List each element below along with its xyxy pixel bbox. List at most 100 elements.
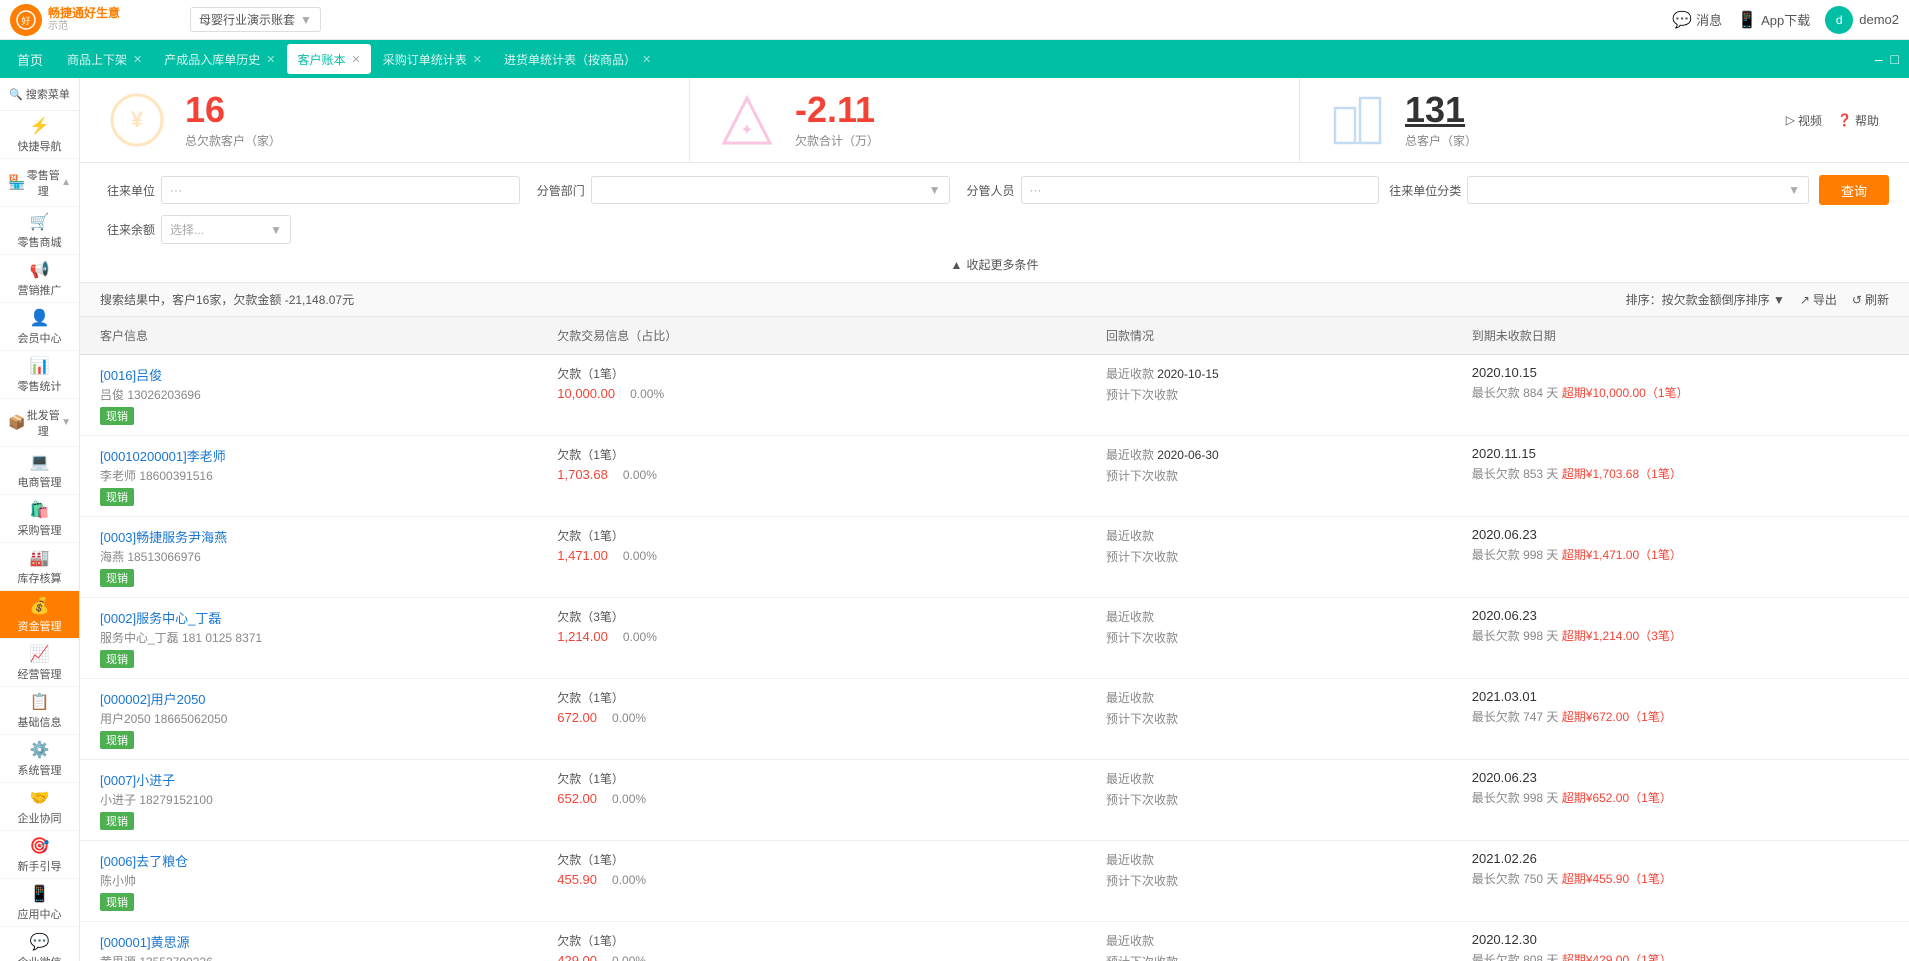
customer-name-link[interactable]: [000002]用户2050 [100,692,206,707]
overdue-amount[interactable]: 超期¥429.00（1笔） [1562,953,1672,961]
sidebar-item-enterprise-coop[interactable]: 🤝 企业协同 [0,783,79,831]
customer-name-link[interactable]: [0006]去了粮仓 [100,854,188,869]
stat-overdue-customers: ¥ 16 总欠款客户（家） [80,78,690,162]
stat-value-total-customers[interactable]: 131 [1405,92,1477,128]
sidebar-item-batch-mgmt[interactable]: 📦 批发管理 ▼ [0,399,79,447]
stat-label-total-customers: 总客户（家） [1405,132,1477,149]
maximize-btn[interactable]: □ [1891,51,1899,67]
customer-name-link[interactable]: [000001]黄思源 [100,935,190,950]
overdue-amount[interactable]: 超期¥1,471.00（1笔） [1562,548,1682,562]
customer-sub: 李老师 18600391516 [100,467,517,484]
debt-amount[interactable]: 672.00 [557,710,597,725]
customer-sub: 黄思源 13552700226 [100,953,517,961]
sidebar-item-new-guide[interactable]: 🎯 新手引导 [0,831,79,879]
refresh-btn[interactable]: ↺刷新 [1852,291,1889,308]
unit-category-select[interactable]: ▼ [1467,176,1809,204]
message-btn[interactable]: 💬 消息 [1672,10,1722,30]
debt-count: 欠款（3笔） [557,608,1066,625]
debt-amount[interactable]: 1,471.00 [557,548,608,563]
export-btn[interactable]: ↗导出 [1800,291,1837,308]
tab-home[interactable]: 首页 [5,44,55,74]
close-tab-customer-account[interactable]: ✕ [352,53,361,66]
sidebar-item-retail-store[interactable]: 🛒 零售商城 [0,207,79,255]
overdue-amount[interactable]: 超期¥10,000.00（1笔） [1562,386,1689,400]
debt-amount[interactable]: 1,214.00 [557,629,608,644]
search-menu-item[interactable]: 🔍搜索菜单 [0,78,79,111]
col-debt-info: 欠款交易信息（占比） [537,317,1086,355]
customer-tag: 现销 [100,812,134,830]
tab-production-history[interactable]: 产成品入库单历史 ✕ [154,44,285,74]
overdue-amount[interactable]: 超期¥455.90（1笔） [1562,872,1672,886]
customer-tag: 现销 [100,488,134,506]
overdue-amount[interactable]: 超期¥1,214.00（3笔） [1562,629,1682,643]
table-row: [0002]服务中心_丁磊 服务中心_丁磊 181 0125 8371 现销 欠… [80,598,1909,679]
sidebar-item-finance[interactable]: 💰 资金管理 [0,591,79,639]
sidebar-item-quick-nav[interactable]: ⚡ 快捷导航 [0,111,79,159]
sidebar-item-member-center[interactable]: 👤 会员中心 [0,303,79,351]
customer-name-link[interactable]: [00010200001]李老师 [100,449,226,464]
help-btn[interactable]: ❓帮助 [1837,112,1879,129]
dept-select[interactable]: ▼ [591,176,950,204]
sidebar-item-marketing[interactable]: 📢 营销推广 [0,255,79,303]
table-row: [0006]去了粮仓 陈小帅 现销 欠款（1笔） 455.90 0.00% 最近… [80,841,1909,922]
sidebar-item-inventory[interactable]: 🏭 库存核算 [0,543,79,591]
manager-input[interactable]: ··· [1021,176,1380,204]
debt-pct: 0.00% [612,873,646,887]
query-button[interactable]: 查询 [1819,175,1889,205]
customer-name-link[interactable]: [0007]小进子 [100,773,175,788]
tab-purchase-order[interactable]: 采购订单统计表 ✕ [373,44,492,74]
unit-category-label: 往来单位分类 [1389,182,1461,199]
debt-amount[interactable]: 652.00 [557,791,597,806]
balance-label: 往来余额 [100,221,155,238]
app-download-btn[interactable]: 📱 App下载 [1737,10,1810,30]
debt-amount[interactable]: 455.90 [557,872,597,887]
debt-pct: 0.00% [623,630,657,644]
debt-pct: 0.00% [623,468,657,482]
close-tab-purchase-order[interactable]: ✕ [473,53,482,66]
tab-inbound-stats[interactable]: 进货单统计表（按商品） ✕ [494,44,661,74]
sidebar-item-sys-mgmt[interactable]: ⚙️ 系统管理 [0,735,79,783]
minimize-btn[interactable]: – [1875,51,1883,67]
sidebar-item-retail-mgmt[interactable]: 🏪 零售管理 ▲ [0,159,79,207]
sort-label[interactable]: 排序：按欠款金额倒序排序 ▼ [1626,291,1785,308]
customer-name-link[interactable]: [0016]吕俊 [100,368,162,383]
debt-count: 欠款（1笔） [557,527,1066,544]
customer-name-link[interactable]: [0003]畅捷服务尹海燕 [100,530,227,545]
debt-count: 欠款（1笔） [557,689,1066,706]
stat-value-overdue-customers: 16 [185,92,281,128]
debt-pct: 0.00% [630,387,664,401]
sidebar-item-ecommerce[interactable]: 💻 电商管理 [0,447,79,495]
overdue-amount[interactable]: 超期¥672.00（1笔） [1562,710,1672,724]
customer-name-link[interactable]: [0002]服务中心_丁磊 [100,611,221,626]
sidebar-item-retail-stats[interactable]: 📊 零售统计 [0,351,79,399]
sidebar-item-basic-info[interactable]: 📋 基础信息 [0,687,79,735]
sidebar-item-app-center[interactable]: 📱 应用中心 [0,879,79,927]
company-selector[interactable]: 母婴行业演示账套 ▼ [190,7,321,32]
close-tab-product-shelf[interactable]: ✕ [133,53,142,66]
sidebar-item-enterprise-wechat[interactable]: 💬 企业微信 [0,927,79,961]
overdue-amount[interactable]: 超期¥1,703.68（1笔） [1562,467,1682,481]
tab-customer-account[interactable]: 客户账本 ✕ [287,44,370,74]
collapse-btn[interactable]: ▲ 收起更多条件 [951,256,1039,273]
balance-select[interactable]: 选择... ▼ [161,215,291,244]
debt-amount[interactable]: 10,000.00 [557,386,615,401]
close-tab-production-history[interactable]: ✕ [266,53,275,66]
customer-tag: 现销 [100,650,134,668]
from-unit-input[interactable]: ··· [161,176,520,204]
user-avatar[interactable]: d demo2 [1825,6,1899,34]
sidebar-item-purchase-mgmt[interactable]: 🛍️ 采购管理 [0,495,79,543]
from-unit-label: 往来单位 [100,182,155,199]
debt-amount[interactable]: 1,703.68 [557,467,608,482]
overdue-amount[interactable]: 超期¥652.00（1笔） [1562,791,1672,805]
due-date: 2020.10.15 [1472,365,1889,380]
debt-amount[interactable]: 429.00 [557,953,597,961]
sidebar-item-business-mgmt[interactable]: 📈 经营管理 [0,639,79,687]
due-date: 2021.02.26 [1472,851,1889,866]
tab-product-shelf[interactable]: 商品上下架 ✕ [57,44,152,74]
table-row: [0016]吕俊 吕俊 13026203696 现销 欠款（1笔） 10,000… [80,355,1909,436]
close-tab-inbound-stats[interactable]: ✕ [642,53,651,66]
debt-count: 欠款（1笔） [557,770,1066,787]
debt-pct: 0.00% [612,792,646,806]
video-btn[interactable]: ▷视频 [1786,112,1822,129]
due-date: 2020.11.15 [1472,446,1889,461]
